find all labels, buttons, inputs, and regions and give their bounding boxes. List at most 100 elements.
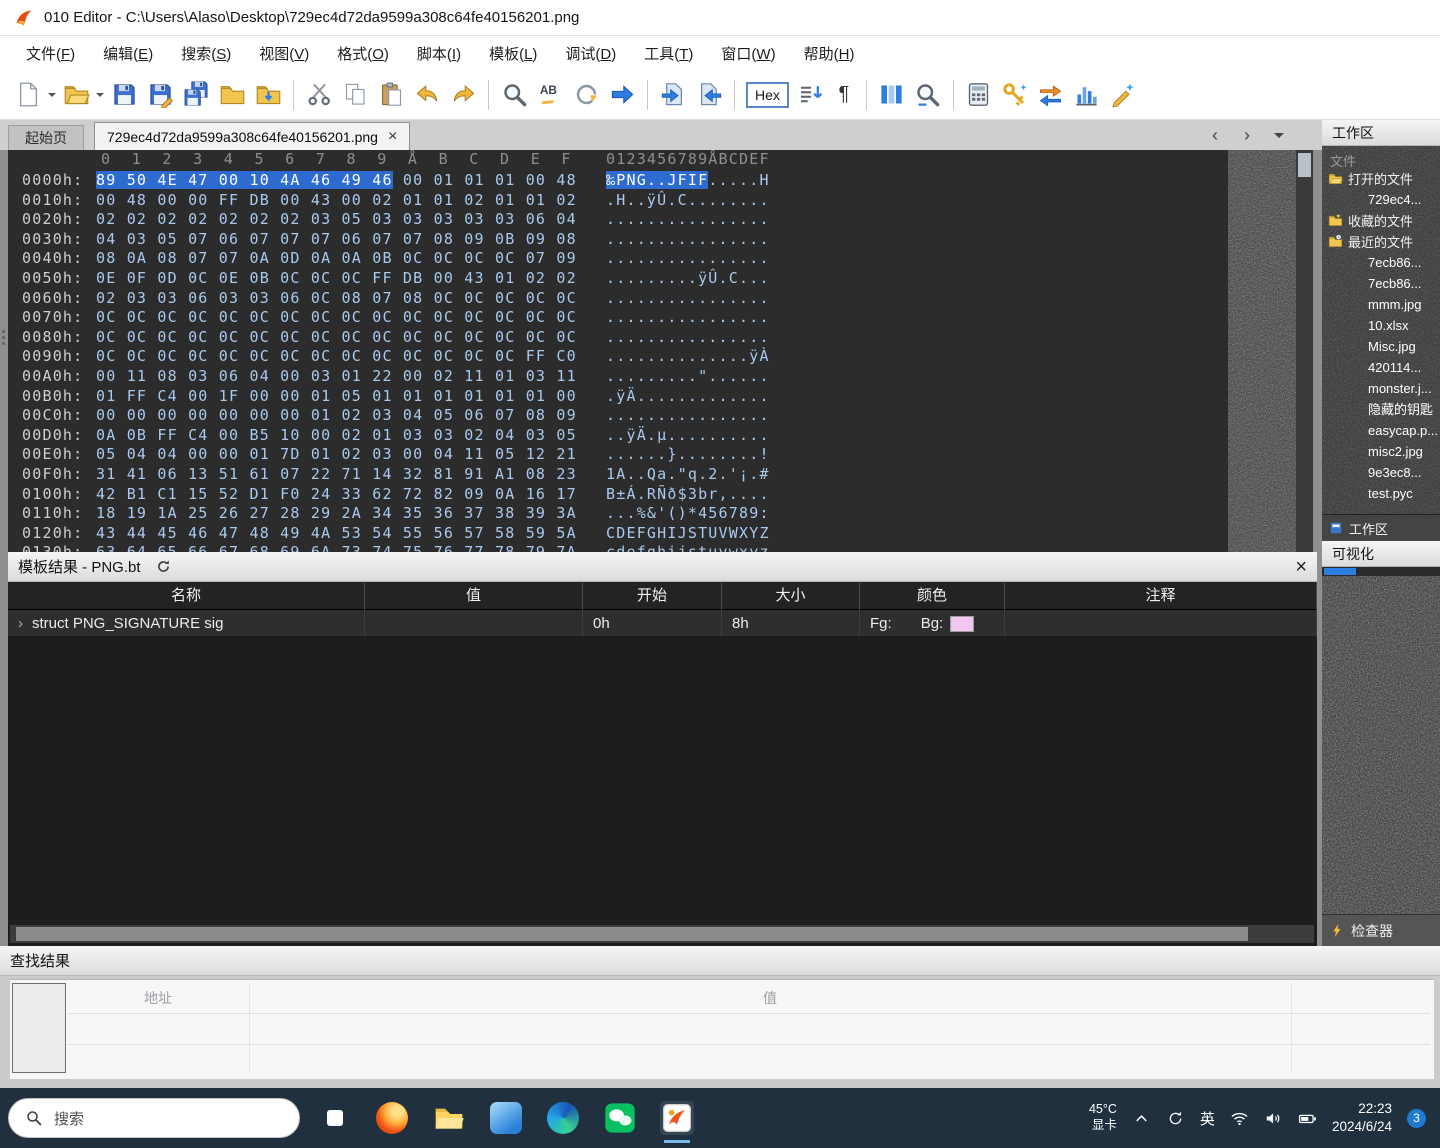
hex-row[interactable]: 00D0h: 0A 0B FF C4 00 B5 10 00 02 01 03 0… — [8, 426, 1296, 446]
calculator-icon[interactable] — [961, 77, 997, 113]
hex-bytes[interactable]: 42 B1 C1 15 52 D1 F0 24 33 62 72 82 09 0… — [96, 485, 588, 505]
menu-item[interactable]: 脚本(I) — [403, 38, 475, 69]
workspace-section[interactable]: 最近的文件 — [1322, 231, 1440, 252]
edge-icon[interactable] — [546, 1101, 580, 1135]
ascii-text[interactable]: ..ÿÄ.µ.......... — [606, 426, 770, 446]
hex-bytes[interactable]: 0C 0C 0C 0C 0C 0C 0C 0C 0C 0C 0C 0C 0C 0… — [96, 347, 588, 367]
taskview-icon[interactable] — [318, 1101, 352, 1135]
hex-bytes[interactable]: 02 03 03 06 03 03 06 0C 08 07 08 0C 0C 0… — [96, 289, 588, 309]
show-whitespace-icon[interactable]: ¶ — [829, 83, 859, 106]
ascii-text[interactable]: .H..ÿÛ.C........ — [606, 191, 770, 211]
workspace-file-item[interactable]: easycap.p... — [1322, 420, 1440, 441]
ascii-text[interactable]: .ÿÄ............. — [606, 387, 770, 407]
tab-next-icon[interactable] — [1236, 124, 1258, 146]
clock-widget[interactable]: 22:23 2024/6/24 — [1332, 1100, 1392, 1135]
tab-close-icon[interactable] — [388, 129, 397, 145]
template-col-header[interactable]: 开始 — [583, 582, 722, 610]
workspace-file-item[interactable]: 729ec4... — [1322, 189, 1440, 210]
hex-vertical-scrollbar[interactable] — [1296, 150, 1313, 552]
dropdown-caret-icon[interactable] — [94, 77, 106, 113]
menu-item[interactable]: 编辑(E) — [89, 38, 167, 69]
ascii-text[interactable]: cdefghijstuvwxyz — [606, 543, 770, 552]
workspace-file-item[interactable]: 隐藏的钥匙 — [1322, 399, 1440, 420]
ascii-text[interactable]: B±Á.RÑð$3br‚.... — [606, 485, 770, 505]
find-icon[interactable] — [496, 77, 532, 113]
ascii-text[interactable]: ................ — [606, 328, 770, 348]
hex-row[interactable]: 0090h: 0C 0C 0C 0C 0C 0C 0C 0C 0C 0C 0C 0… — [8, 347, 1296, 367]
tab-list-icon[interactable] — [1268, 124, 1290, 146]
workspace-file-item[interactable]: Misc.jpg — [1322, 336, 1440, 357]
ascii-text[interactable]: ................ — [606, 230, 770, 250]
hex-bytes[interactable]: 00 00 00 00 00 00 00 01 02 03 04 05 06 0… — [96, 406, 588, 426]
open-folder-icon[interactable] — [58, 77, 94, 113]
chevron-up-icon[interactable] — [1132, 1109, 1151, 1128]
workspace-file-item[interactable]: monster.j... — [1322, 378, 1440, 399]
hex-row[interactable]: 00A0h: 00 11 08 03 06 04 00 03 01 22 00 0… — [8, 367, 1296, 387]
dropdown-caret-icon[interactable] — [46, 77, 58, 113]
tab-start-page[interactable]: 起始页 — [8, 125, 84, 150]
ascii-text[interactable]: ................ — [606, 308, 770, 328]
hex-row[interactable]: 0050h: 0E 0F 0D 0C 0E 0B 0C 0C 0C FF DB 0… — [8, 269, 1296, 289]
operations-icon[interactable] — [1105, 77, 1141, 113]
workspace-bottom-tab[interactable]: 工作区 — [1322, 514, 1440, 541]
template-col-header[interactable]: 颜色 — [860, 582, 1005, 610]
workspace-section[interactable]: 收藏的文件 — [1322, 210, 1440, 231]
hex-row[interactable]: 0060h: 02 03 03 06 03 03 06 0C 08 07 08 0… — [8, 289, 1296, 309]
workspace-file-item[interactable]: 9e3ec8... — [1322, 462, 1440, 483]
template-row[interactable]: › struct PNG_SIGNATURE sig 0h 8h Fg: Bg: — [8, 610, 1317, 637]
template-close-icon[interactable] — [1295, 557, 1307, 577]
hex-row[interactable]: 00C0h: 00 00 00 00 00 00 00 01 02 03 04 0… — [8, 406, 1296, 426]
copy-icon[interactable] — [337, 77, 373, 113]
expand-chevron-icon[interactable]: › — [18, 615, 23, 632]
ascii-text[interactable]: ................ — [606, 249, 770, 269]
menu-item[interactable]: 工具(T) — [630, 38, 707, 69]
hex-row[interactable]: 0000h: 89 50 4E 47 00 10 4A 46 49 46 00 0… — [8, 171, 1296, 191]
hex-row[interactable]: 0110h: 18 19 1A 25 26 27 28 29 2A 34 35 3… — [8, 504, 1296, 524]
hex-row[interactable]: 0020h: 02 02 02 02 02 02 02 03 05 03 03 0… — [8, 210, 1296, 230]
ascii-text[interactable]: ................ — [606, 289, 770, 309]
hex-row[interactable]: 0030h: 04 03 05 07 06 07 07 07 06 07 07 0… — [8, 230, 1296, 250]
paste-icon[interactable] — [373, 77, 409, 113]
o10editor-icon[interactable] — [660, 1101, 694, 1143]
folder-import-icon[interactable] — [250, 77, 286, 113]
redo-icon[interactable] — [445, 77, 481, 113]
battery-icon[interactable] — [1298, 1109, 1317, 1128]
new-file-icon[interactable] — [10, 77, 46, 113]
menu-item[interactable]: 窗口(W) — [707, 38, 789, 69]
hex-row[interactable]: 0120h: 43 44 45 46 47 48 49 4A 53 54 55 5… — [8, 524, 1296, 544]
find-next-icon[interactable] — [568, 77, 604, 113]
firefox-icon[interactable] — [375, 1101, 409, 1135]
ascii-text[interactable]: 1A..Qa."q.2.'¡.# — [606, 465, 770, 485]
tab-active-file[interactable]: 729ec4d72da9599a308c64fe40156201.png — [94, 122, 411, 150]
jump-in-icon[interactable] — [655, 77, 691, 113]
template-col-header[interactable]: 大小 — [722, 582, 860, 610]
key-icon[interactable] — [997, 77, 1033, 113]
ascii-text[interactable]: ........."...... — [606, 367, 770, 387]
hex-row[interactable]: 0130h:63 64 65 66 67 68 69 6A 73 74 75 7… — [8, 543, 1296, 552]
hex-row[interactable]: 00B0h: 01 FF C4 00 1F 00 00 01 05 01 01 0… — [8, 387, 1296, 407]
goto-icon[interactable] — [604, 77, 640, 113]
scrollbar-thumb[interactable] — [1298, 153, 1311, 177]
taskbar-search[interactable]: 搜索 — [8, 1098, 300, 1138]
explorer-icon[interactable] — [432, 1101, 466, 1135]
replace-icon[interactable]: AB — [532, 77, 568, 113]
template-col-header[interactable]: 注释 — [1005, 582, 1317, 610]
ascii-text[interactable]: ................ — [606, 406, 770, 426]
address-format-icon[interactable] — [793, 77, 829, 113]
scrollbar-thumb[interactable] — [1324, 568, 1356, 575]
menu-item[interactable]: 模板(L) — [475, 38, 551, 69]
folder-icon[interactable] — [214, 77, 250, 113]
hex-bytes[interactable]: 0A 0B FF C4 00 B5 10 00 02 01 03 03 02 0… — [96, 426, 588, 446]
wifi-icon[interactable] — [1230, 1109, 1249, 1128]
ime-indicator[interactable]: 英 — [1200, 1108, 1215, 1129]
template-horizontal-scrollbar[interactable] — [10, 925, 1314, 943]
workspace-file-item[interactable]: 420114... — [1322, 357, 1440, 378]
save-all-icon[interactable] — [178, 77, 214, 113]
inspector-bar[interactable]: 检查器 — [1322, 914, 1440, 946]
workspace-file-item[interactable]: 7ecb86... — [1322, 252, 1440, 273]
notification-badge[interactable]: 3 — [1407, 1108, 1426, 1128]
photos-icon[interactable] — [489, 1101, 523, 1135]
workspace-file-item[interactable]: 10.xlsx — [1322, 315, 1440, 336]
hex-bytes[interactable]: 89 50 4E 47 00 10 4A 46 49 46 00 01 01 0… — [96, 171, 588, 191]
visualization-scrollbar[interactable] — [1322, 567, 1440, 576]
